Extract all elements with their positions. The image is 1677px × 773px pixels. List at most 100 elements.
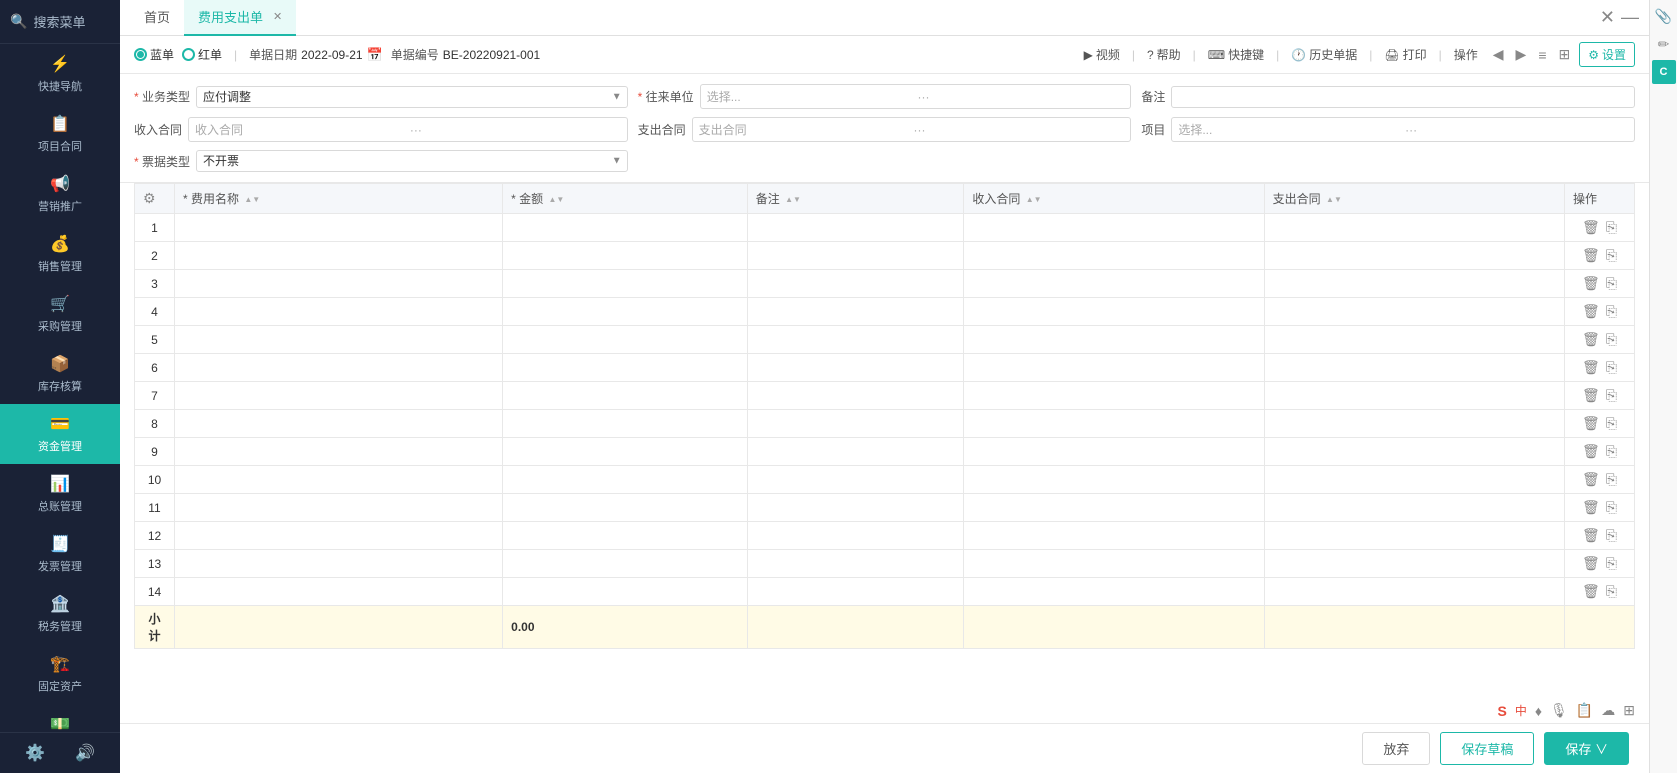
row-1-copy-icon[interactable]: ⎘ xyxy=(1606,219,1617,236)
project-dots[interactable]: ··· xyxy=(1405,123,1628,137)
row-7-expense-contract[interactable] xyxy=(1264,382,1564,410)
row-4-copy-icon[interactable]: ⎘ xyxy=(1606,303,1617,320)
row-7-copy-icon[interactable]: ⎘ xyxy=(1606,387,1617,404)
expense-contract-input[interactable]: 支出合同 ··· xyxy=(692,117,1132,142)
row-5-copy-icon[interactable]: ⎘ xyxy=(1606,331,1617,348)
tab-close-icon[interactable]: ✕ xyxy=(273,10,282,23)
row-1-expense-contract[interactable] xyxy=(1264,214,1564,242)
row-5-income-contract[interactable] xyxy=(964,326,1264,354)
row-11-delete-icon[interactable]: 🗑 xyxy=(1582,499,1600,516)
calendar-icon[interactable]: 📅 xyxy=(367,47,383,63)
row-5-expense-name[interactable] xyxy=(175,326,503,354)
row-12-expense-name[interactable] xyxy=(175,522,503,550)
grid-view-icon[interactable]: ⊞ xyxy=(1555,46,1573,63)
row-4-remark[interactable] xyxy=(747,298,964,326)
row-5-expense-contract[interactable] xyxy=(1264,326,1564,354)
row-1-remark[interactable] xyxy=(747,214,964,242)
row-14-remark[interactable] xyxy=(747,578,964,606)
sort-remark[interactable]: ▲▼ xyxy=(785,195,801,204)
right-edit-icon[interactable]: ✏ xyxy=(1652,32,1676,56)
row-13-delete-icon[interactable]: 🗑 xyxy=(1582,555,1600,572)
row-4-amount[interactable] xyxy=(503,298,748,326)
project-input[interactable]: 选择... ··· xyxy=(1171,117,1635,142)
right-green-icon[interactable]: C xyxy=(1652,60,1676,84)
row-3-expense-contract[interactable] xyxy=(1264,270,1564,298)
sidebar-search[interactable]: 🔍 搜索菜单 xyxy=(0,0,120,44)
settings-icon[interactable]: ⚙️ xyxy=(25,743,45,763)
sort-amount[interactable]: ▲▼ xyxy=(549,195,565,204)
row-3-delete-icon[interactable]: 🗑 xyxy=(1582,275,1600,292)
row-10-delete-icon[interactable]: 🗑 xyxy=(1582,471,1600,488)
help-btn[interactable]: ? 帮助 xyxy=(1141,44,1187,65)
sort-expense-name[interactable]: ▲▼ xyxy=(244,195,260,204)
row-12-expense-contract[interactable] xyxy=(1264,522,1564,550)
sidebar-item-marketing[interactable]: 📢 营销推广 xyxy=(0,164,120,224)
row-9-delete-icon[interactable]: 🗑 xyxy=(1582,443,1600,460)
row-2-expense-contract[interactable] xyxy=(1264,242,1564,270)
row-12-amount[interactable] xyxy=(503,522,748,550)
sort-expense-contract[interactable]: ▲▼ xyxy=(1326,195,1342,204)
row-12-income-contract[interactable] xyxy=(964,522,1264,550)
sidebar-item-quick-nav[interactable]: ⚡ 快捷导航 xyxy=(0,44,120,104)
row-5-amount[interactable] xyxy=(503,326,748,354)
set-button[interactable]: ⚙ 设置 xyxy=(1579,42,1635,67)
row-2-copy-icon[interactable]: ⎘ xyxy=(1606,247,1617,264)
save-button[interactable]: 保存 ∨ xyxy=(1544,732,1629,765)
print-btn[interactable]: 🖨 打印 xyxy=(1378,44,1432,65)
sidebar-item-project-contract[interactable]: 📋 项目合同 xyxy=(0,104,120,164)
row-14-expense-contract[interactable] xyxy=(1264,578,1564,606)
radio-blue-bill[interactable]: 蓝单 xyxy=(134,46,174,63)
sidebar-item-inventory[interactable]: 📦 库存核算 xyxy=(0,344,120,404)
row-5-remark[interactable] xyxy=(747,326,964,354)
sidebar-item-fund-mgmt[interactable]: 💳 资金管理 xyxy=(0,404,120,464)
row-10-expense-contract[interactable] xyxy=(1264,466,1564,494)
row-6-remark[interactable] xyxy=(747,354,964,382)
operations-btn[interactable]: 操作 xyxy=(1448,44,1484,65)
tab-close-window[interactable]: ✕ xyxy=(1600,7,1615,28)
row-10-remark[interactable] xyxy=(747,466,964,494)
radio-red-bill[interactable]: 红单 xyxy=(182,46,222,63)
row-14-delete-icon[interactable]: 🗑 xyxy=(1582,583,1600,600)
row-14-expense-name[interactable] xyxy=(175,578,503,606)
row-3-income-contract[interactable] xyxy=(964,270,1264,298)
discard-button[interactable]: 放弃 xyxy=(1362,732,1430,765)
save-draft-button[interactable]: 保存草稿 xyxy=(1440,732,1534,765)
row-7-delete-icon[interactable]: 🗑 xyxy=(1582,387,1600,404)
remark-input[interactable] xyxy=(1171,86,1635,108)
row-8-copy-icon[interactable]: ⎘ xyxy=(1606,415,1617,432)
row-11-amount[interactable] xyxy=(503,494,748,522)
row-5-delete-icon[interactable]: 🗑 xyxy=(1582,331,1600,348)
row-3-amount[interactable] xyxy=(503,270,748,298)
row-10-amount[interactable] xyxy=(503,466,748,494)
row-4-income-contract[interactable] xyxy=(964,298,1264,326)
row-9-amount[interactable] xyxy=(503,438,748,466)
row-10-expense-name[interactable] xyxy=(175,466,503,494)
row-2-remark[interactable] xyxy=(747,242,964,270)
sidebar-item-accounting[interactable]: 📊 总账管理 xyxy=(0,464,120,524)
row-11-copy-icon[interactable]: ⎘ xyxy=(1606,499,1617,516)
dots-icon[interactable]: ··· xyxy=(918,90,1125,104)
row-9-copy-icon[interactable]: ⎘ xyxy=(1606,443,1617,460)
tab-minimize[interactable]: — xyxy=(1621,7,1639,28)
row-6-copy-icon[interactable]: ⎘ xyxy=(1606,359,1617,376)
row-2-expense-name[interactable] xyxy=(175,242,503,270)
date-value[interactable]: 2022-09-21 xyxy=(301,48,362,62)
row-8-expense-contract[interactable] xyxy=(1264,410,1564,438)
row-3-expense-name[interactable] xyxy=(175,270,503,298)
sort-income-contract[interactable]: ▲▼ xyxy=(1026,195,1042,204)
row-2-income-contract[interactable] xyxy=(964,242,1264,270)
biz-type-select[interactable]: 应付调整 xyxy=(196,86,628,108)
row-13-expense-contract[interactable] xyxy=(1264,550,1564,578)
row-8-income-contract[interactable] xyxy=(964,410,1264,438)
row-11-remark[interactable] xyxy=(747,494,964,522)
row-6-expense-contract[interactable] xyxy=(1264,354,1564,382)
row-4-expense-contract[interactable] xyxy=(1264,298,1564,326)
list-view-icon[interactable]: ≡ xyxy=(1535,47,1549,63)
nav-right-icon[interactable]: ▶ xyxy=(1513,46,1530,63)
row-8-expense-name[interactable] xyxy=(175,410,503,438)
row-9-remark[interactable] xyxy=(747,438,964,466)
row-4-expense-name[interactable] xyxy=(175,298,503,326)
row-13-income-contract[interactable] xyxy=(964,550,1264,578)
row-4-delete-icon[interactable]: 🗑 xyxy=(1582,303,1600,320)
sidebar-item-invoice-mgmt[interactable]: 🧾 发票管理 xyxy=(0,524,120,584)
